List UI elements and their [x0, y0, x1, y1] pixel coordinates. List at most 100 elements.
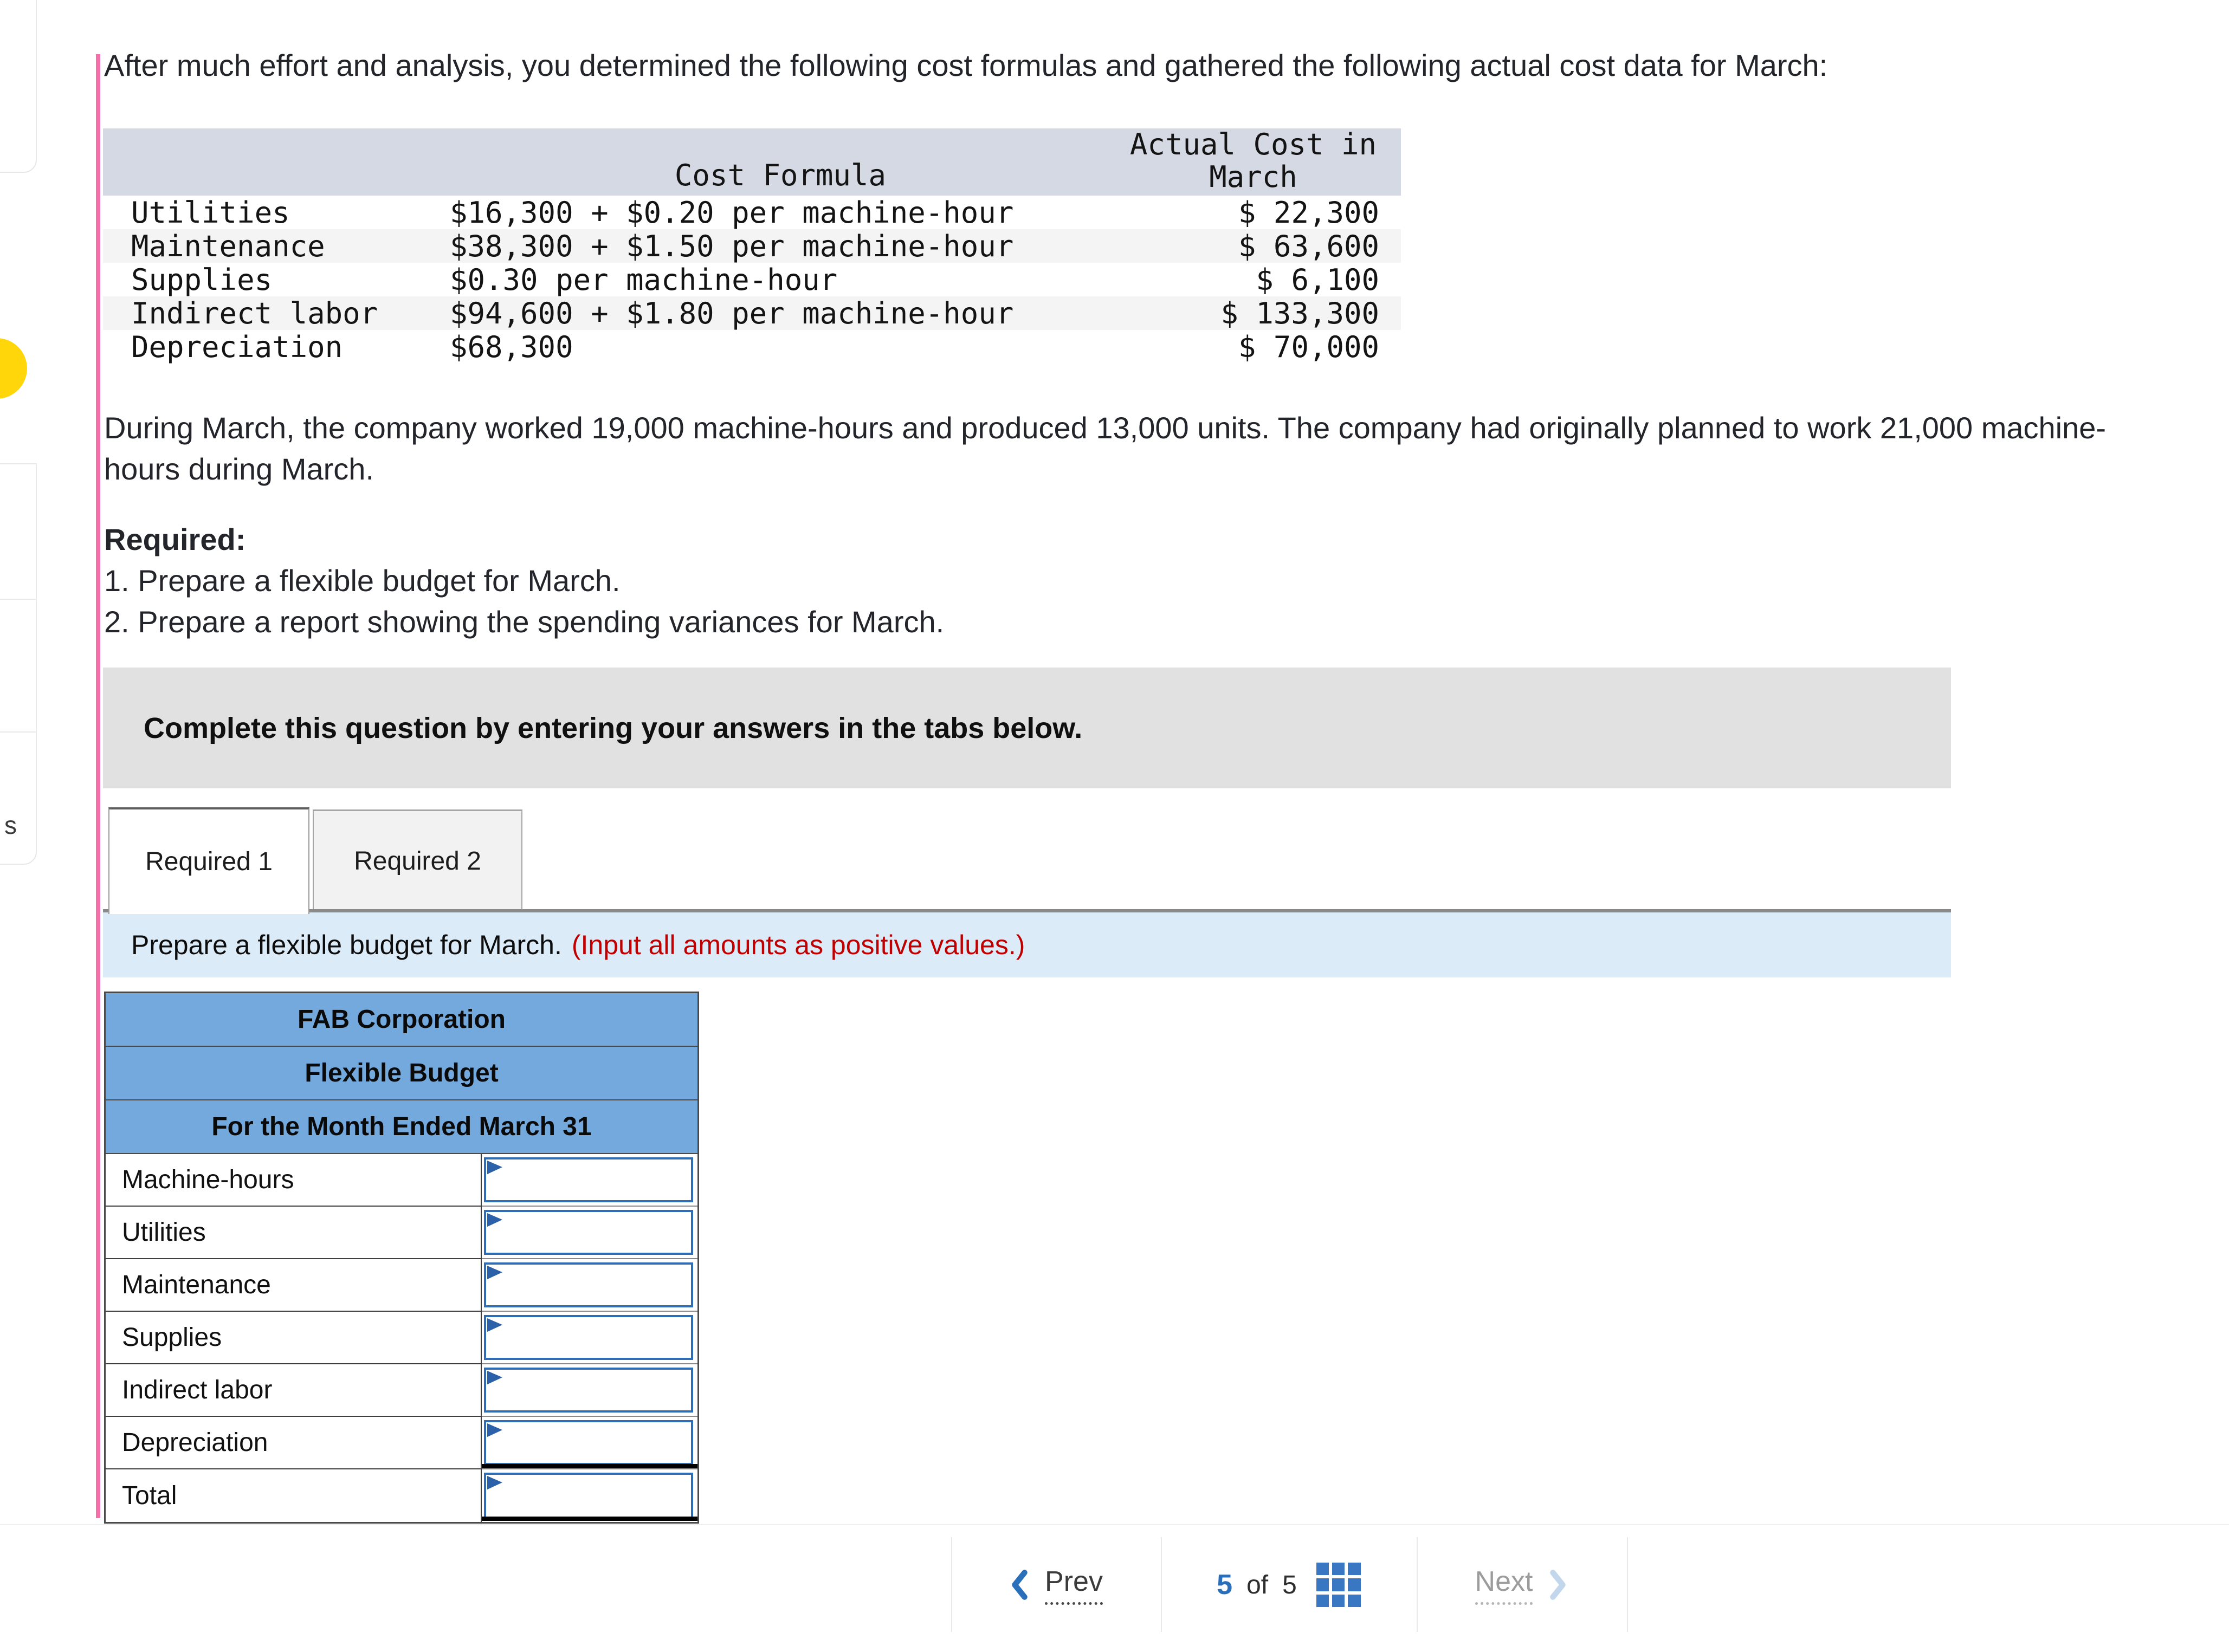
- budget-row-machine-hours: Machine-hours: [106, 1154, 697, 1207]
- ct-formula-depreciation: $68,300: [450, 330, 573, 364]
- ct-label-indirect-labor: Indirect labor: [131, 296, 378, 331]
- budget-input-supplies[interactable]: [486, 1317, 691, 1358]
- next-button[interactable]: Next: [1417, 1541, 1627, 1628]
- budget-label-depreciation: Depreciation: [106, 1417, 482, 1469]
- ct-formula-indirect-labor: $94,600 + $1.80 per machine-hour: [450, 296, 1014, 331]
- cost-row-indirect-labor: Indirect labor $94,600 + $1.80 per machin…: [103, 296, 1401, 331]
- ct-label-depreciation: Depreciation: [131, 330, 343, 364]
- sidebar-text-fragment: s: [4, 811, 17, 839]
- scenario-paragraph: During March, the company worked 19,000 …: [104, 411, 2107, 486]
- ct-actual-depreciation: $ 70,000: [1238, 330, 1379, 364]
- budget-input-box-total: [484, 1473, 693, 1519]
- budget-input-box-maintenance: [484, 1262, 693, 1307]
- instruction-text: Prepare a flexible budget for March.: [131, 930, 562, 960]
- budget-input-utilities[interactable]: [486, 1212, 691, 1253]
- budget-input-box-depreciation: [484, 1420, 693, 1465]
- nav-separator-line: [0, 1524, 2229, 1525]
- budget-input-box-indirect-labor: [484, 1368, 693, 1413]
- budget-input-box-utilities: [484, 1210, 693, 1255]
- cost-row-supplies: Supplies $0.30 per machine-hour $ 6,100: [103, 263, 1401, 297]
- ct-label-utilities: Utilities: [131, 196, 290, 230]
- ct-actual-utilities: $ 22,300: [1238, 196, 1379, 230]
- budget-row-total: Total: [106, 1469, 697, 1522]
- page-of-label: of: [1246, 1570, 1269, 1599]
- next-label[interactable]: Next: [1475, 1565, 1533, 1605]
- total-pages: 5: [1282, 1570, 1297, 1599]
- complete-question-banner: Complete this question by entering your …: [103, 668, 1951, 788]
- cost-formula-table: Cost Formula Actual Cost in March Utilit…: [103, 128, 1401, 364]
- ct-actual-maintenance: $ 63,600: [1238, 229, 1379, 263]
- budget-row-indirect-labor: Indirect labor: [106, 1364, 697, 1417]
- budget-label-maintenance: Maintenance: [106, 1259, 482, 1312]
- budget-input-total[interactable]: [486, 1475, 691, 1517]
- budget-row-depreciation: Depreciation: [106, 1417, 697, 1469]
- ct-actual-supplies: $ 6,100: [1256, 263, 1379, 297]
- budget-row-utilities: Utilities: [106, 1207, 697, 1259]
- prev-button[interactable]: Prev: [951, 1541, 1161, 1628]
- budget-label-supplies: Supplies: [106, 1312, 482, 1364]
- flexible-budget-table: FAB Corporation Flexible Budget For the Mo…: [104, 992, 699, 1524]
- ct-formula-supplies: $0.30 per machine-hour: [450, 263, 838, 297]
- single-rule-line: [482, 1464, 697, 1468]
- current-page-number: 5: [1217, 1569, 1233, 1601]
- required-label: Required:: [104, 522, 246, 556]
- ct-formula-utilities: $16,300 + $0.20 per machine-hour: [450, 196, 1014, 230]
- cost-row-maintenance: Maintenance $38,300 + $1.50 per machine-h…: [103, 229, 1401, 263]
- tab-required-2[interactable]: Required 2: [313, 809, 522, 911]
- tab-required-1[interactable]: Required 1: [108, 807, 309, 914]
- budget-table-titles: FAB Corporation Flexible Budget For the Mo…: [106, 993, 697, 1154]
- sidebar-card: [0, 0, 37, 173]
- tab-underline: [103, 909, 1951, 912]
- ct-label-maintenance: Maintenance: [131, 229, 325, 263]
- budget-input-box-supplies: [484, 1315, 693, 1360]
- budget-input-cell-supplies: [482, 1312, 697, 1364]
- budget-input-indirect-labor[interactable]: [486, 1370, 691, 1410]
- cost-row-depreciation: Depreciation $68,300 $ 70,000: [103, 330, 1401, 364]
- budget-input-maintenance[interactable]: [486, 1265, 691, 1305]
- budget-input-cell-utilities: [482, 1207, 697, 1259]
- prev-label[interactable]: Prev: [1045, 1565, 1103, 1605]
- ct-label-supplies: Supplies: [131, 263, 273, 297]
- budget-input-cell-machine-hours: [482, 1154, 697, 1207]
- budget-label-machine-hours: Machine-hours: [106, 1154, 482, 1207]
- pink-guide-line: [96, 54, 100, 1518]
- actual-cost-column-header: Actual Cost in March: [1024, 128, 1401, 196]
- question-grid-icon[interactable]: [1316, 1563, 1361, 1607]
- ct-actual-indirect-labor: $ 133,300: [1220, 296, 1379, 331]
- budget-label-total: Total: [106, 1469, 482, 1522]
- instruction-warning: (Input all amounts as positive values.): [571, 930, 1025, 960]
- connect-question-page: s After much effort and analysis, you de…: [0, 0, 2229, 1652]
- ct-formula-maintenance: $38,300 + $1.50 per machine-hour: [450, 229, 1014, 263]
- budget-row-supplies: Supplies: [106, 1312, 697, 1364]
- budget-input-cell-total: [482, 1469, 697, 1522]
- actual-cost-header-line1: Actual Cost in: [1129, 127, 1377, 161]
- cost-row-utilities: Utilities $16,300 + $0.20 per machine-hou…: [103, 196, 1401, 230]
- chevron-left-icon: [1012, 1570, 1028, 1600]
- notification-dot: [0, 338, 27, 399]
- budget-label-indirect-labor: Indirect labor: [106, 1364, 482, 1417]
- sidebar-card: [0, 599, 37, 735]
- banner-text: Complete this question by entering your …: [144, 711, 1083, 744]
- actual-cost-header-line2: March: [1209, 160, 1297, 194]
- budget-input-depreciation[interactable]: [486, 1422, 691, 1463]
- question-intro: After much effort and analysis, you dete…: [104, 48, 1828, 82]
- budget-title-for-the-month-ended-march-31: For the Month Ended March 31: [106, 1100, 697, 1154]
- cost-table-rows: Utilities $16,300 + $0.20 per machine-hou…: [103, 196, 1401, 364]
- budget-input-cell-maintenance: [482, 1259, 697, 1312]
- required-items: 1. Prepare a flexible budget for March. 2…: [104, 560, 944, 643]
- cost-table-header-blank: [103, 128, 450, 196]
- required-item-1: 1. Prepare a flexible budget for March.: [104, 563, 621, 598]
- cost-table-header: Cost Formula Actual Cost in March: [103, 128, 1401, 196]
- sidebar-card: [0, 731, 37, 865]
- budget-title-flexible-budget: Flexible Budget: [106, 1047, 697, 1100]
- budget-row-maintenance: Maintenance: [106, 1259, 697, 1312]
- budget-title-fab-corporation: FAB Corporation: [106, 993, 697, 1047]
- budget-input-cell-depreciation: [482, 1417, 697, 1469]
- page-indicator: 5 of 5: [1161, 1541, 1417, 1628]
- budget-label-utilities: Utilities: [106, 1207, 482, 1259]
- budget-input-machine-hours[interactable]: [486, 1159, 691, 1200]
- chevron-right-icon: [1550, 1570, 1566, 1600]
- nav-divider: [1627, 1537, 1628, 1632]
- instruction-bar: Prepare a flexible budget for March. (In…: [103, 912, 1951, 977]
- cost-formula-column-header: Cost Formula: [674, 158, 887, 192]
